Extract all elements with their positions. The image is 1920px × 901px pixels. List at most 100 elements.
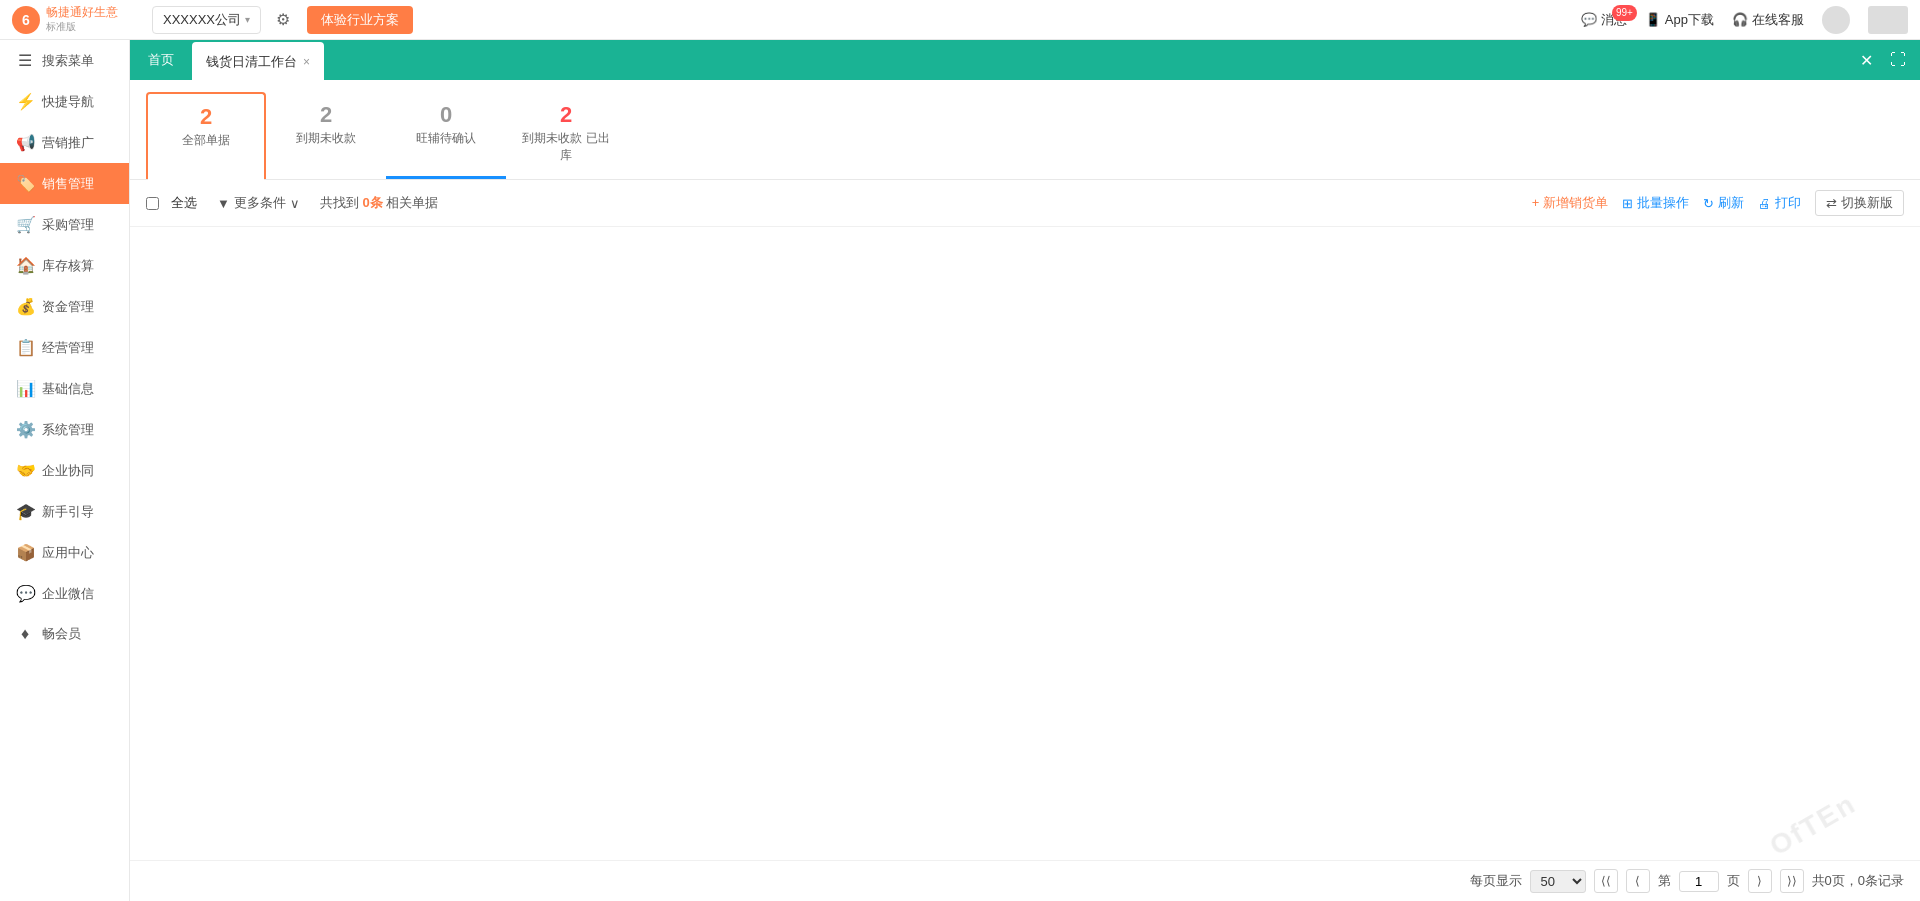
stat-label-pending: 旺辅待确认 <box>402 130 490 147</box>
message-button[interactable]: 💬 消息 99+ <box>1581 11 1627 29</box>
stat-tab-overdue[interactable]: 2 到期未收款 <box>266 92 386 179</box>
tab-bar-right: ✕ ⛶ <box>1854 48 1920 72</box>
first-page-button[interactable]: ⟨⟨ <box>1594 869 1618 893</box>
stat-tab-pending[interactable]: 0 旺辅待确认 <box>386 92 506 179</box>
sidebar-item-basic-info[interactable]: 📊 基础信息 <box>0 368 129 409</box>
header-right: 💬 消息 99+ 📱 App下载 🎧 在线客服 <box>1581 6 1908 34</box>
online-service-label: 在线客服 <box>1752 11 1804 29</box>
sidebar-item-label: 经营管理 <box>42 339 94 357</box>
sidebar-item-marketing[interactable]: 📢 营销推广 <box>0 122 129 163</box>
stat-label-overdue: 到期未收款 <box>282 130 370 147</box>
message-icon: 💬 <box>1581 12 1597 27</box>
member-icon: ♦ <box>16 625 34 643</box>
search-menu-icon: ☰ <box>16 51 34 70</box>
pagination-bar: 每页显示 50 10 20 100 ⟨⟨ ⟨ 第 页 ⟩ ⟩⟩ 共0页，0条记录 <box>130 860 1920 901</box>
sidebar-item-shortcuts[interactable]: ⚡ 快捷导航 <box>0 81 129 122</box>
page-number-input[interactable] <box>1679 871 1719 892</box>
tab-close-icon[interactable]: × <box>303 55 310 69</box>
logo-area: 6 畅捷通好生意 标准版 <box>12 5 142 35</box>
batch-icon: ⊞ <box>1622 196 1633 211</box>
sidebar-item-finance[interactable]: 💰 资金管理 <box>0 286 129 327</box>
page-label-2: 页 <box>1727 872 1740 890</box>
select-all-checkbox[interactable] <box>146 197 159 210</box>
tab-expand-icon[interactable]: ⛶ <box>1886 48 1910 72</box>
stat-tab-shipped[interactable]: 2 到期未收款 已出库 <box>506 92 626 179</box>
download-icon: 📱 <box>1645 12 1661 27</box>
app-download-button[interactable]: 📱 App下载 <box>1645 11 1714 29</box>
basic-info-icon: 📊 <box>16 379 34 398</box>
avatar[interactable] <box>1822 6 1850 34</box>
total-records-text: 共0页，0条记录 <box>1812 872 1904 890</box>
wechat-icon: 💬 <box>16 584 34 603</box>
stat-num-pending: 0 <box>402 102 490 128</box>
sidebar-item-label: 企业协同 <box>42 462 94 480</box>
user-name-area <box>1868 6 1908 34</box>
add-sales-order-button[interactable]: + 新增销货单 <box>1532 194 1608 212</box>
page-label: 第 <box>1658 872 1671 890</box>
switch-icon: ⇄ <box>1826 196 1837 211</box>
sidebar-item-operations[interactable]: 📋 经营管理 <box>0 327 129 368</box>
sidebar-item-member[interactable]: ♦ 畅会员 <box>0 614 129 654</box>
tab-label: 钱货日清工作台 <box>206 53 297 71</box>
next-page-button[interactable]: ⟩ <box>1748 869 1772 893</box>
enterprise-icon: 🤝 <box>16 461 34 480</box>
tab-work-bench[interactable]: 钱货日清工作台 × <box>192 42 324 82</box>
stat-label-all: 全部单据 <box>164 132 248 149</box>
print-button[interactable]: 🖨 打印 <box>1758 194 1801 212</box>
sidebar-item-label: 库存核算 <box>42 257 94 275</box>
headset-icon: 🎧 <box>1732 12 1748 27</box>
found-text: 共找到 0条 相关单据 <box>320 194 438 212</box>
sidebar-item-label: 销售管理 <box>42 175 94 193</box>
sidebar-item-purchase[interactable]: 🛒 采购管理 <box>0 204 129 245</box>
sidebar-item-label: 基础信息 <box>42 380 94 398</box>
sidebar-item-sales[interactable]: 🏷️ 销售管理 <box>0 163 129 204</box>
system-icon: ⚙️ <box>16 420 34 439</box>
marketing-icon: 📢 <box>16 133 34 152</box>
sidebar-item-label: 搜索菜单 <box>42 52 94 70</box>
sidebar-item-search[interactable]: ☰ 搜索菜单 <box>0 40 129 81</box>
stat-num-shipped: 2 <box>522 102 610 128</box>
switch-version-button[interactable]: ⇄ 切换新版 <box>1815 190 1904 216</box>
sidebar-item-label: 快捷导航 <box>42 93 94 111</box>
stat-num-overdue: 2 <box>282 102 370 128</box>
prev-page-button[interactable]: ⟨ <box>1626 869 1650 893</box>
stat-tab-all[interactable]: 2 全部单据 <box>146 92 266 179</box>
chevron-icon: ∨ <box>290 196 300 211</box>
message-badge: 99+ <box>1612 5 1637 21</box>
stats-tabs: 2 全部单据 2 到期未收款 0 旺辅待确认 2 到期未收款 已出库 <box>130 80 1920 180</box>
filter-label: 更多条件 <box>234 194 286 212</box>
tab-home[interactable]: 首页 <box>130 40 192 80</box>
filter-button[interactable]: ▼ 更多条件 ∨ <box>209 190 308 216</box>
page-size-select[interactable]: 50 10 20 100 <box>1530 870 1586 893</box>
sidebar-item-label: 应用中心 <box>42 544 94 562</box>
page-size-label: 每页显示 <box>1470 872 1522 890</box>
batch-operation-button[interactable]: ⊞ 批量操作 <box>1622 194 1689 212</box>
sidebar-item-system[interactable]: ⚙️ 系统管理 <box>0 409 129 450</box>
sidebar-item-label: 企业微信 <box>42 585 94 603</box>
sidebar-item-label: 新手引导 <box>42 503 94 521</box>
chevron-down-icon: ▾ <box>245 14 250 25</box>
operations-icon: 📋 <box>16 338 34 357</box>
sales-icon: 🏷️ <box>16 174 34 193</box>
content-area <box>130 227 1920 860</box>
tab-collapse-icon[interactable]: ✕ <box>1854 48 1878 72</box>
sidebar-item-enterprise[interactable]: 🤝 企业协同 <box>0 450 129 491</box>
sidebar: ☰ 搜索菜单 ⚡ 快捷导航 📢 营销推广 🏷️ 销售管理 🛒 采购管理 🏠 库存… <box>0 40 130 901</box>
company-selector[interactable]: XXXXXX公司 ▾ <box>152 6 261 34</box>
company-name: XXXXXX公司 <box>163 11 241 29</box>
refresh-icon: ↻ <box>1703 196 1714 211</box>
guide-icon: 🎓 <box>16 502 34 521</box>
sidebar-item-inventory[interactable]: 🏠 库存核算 <box>0 245 129 286</box>
online-service-button[interactable]: 🎧 在线客服 <box>1732 11 1804 29</box>
trial-button[interactable]: 体验行业方案 <box>307 6 413 34</box>
toolbar: 全选 ▼ 更多条件 ∨ 共找到 0条 相关单据 + 新增销货单 ⊞ 批量操作 ↻… <box>130 180 1920 227</box>
sidebar-item-wechat[interactable]: 💬 企业微信 <box>0 573 129 614</box>
sidebar-item-guide[interactable]: 🎓 新手引导 <box>0 491 129 532</box>
sidebar-item-apps[interactable]: 📦 应用中心 <box>0 532 129 573</box>
purchase-icon: 🛒 <box>16 215 34 234</box>
settings-icon[interactable]: ⚙ <box>269 6 297 34</box>
refresh-button[interactable]: ↻ 刷新 <box>1703 194 1744 212</box>
finance-icon: 💰 <box>16 297 34 316</box>
stat-num-all: 2 <box>164 104 248 130</box>
last-page-button[interactable]: ⟩⟩ <box>1780 869 1804 893</box>
